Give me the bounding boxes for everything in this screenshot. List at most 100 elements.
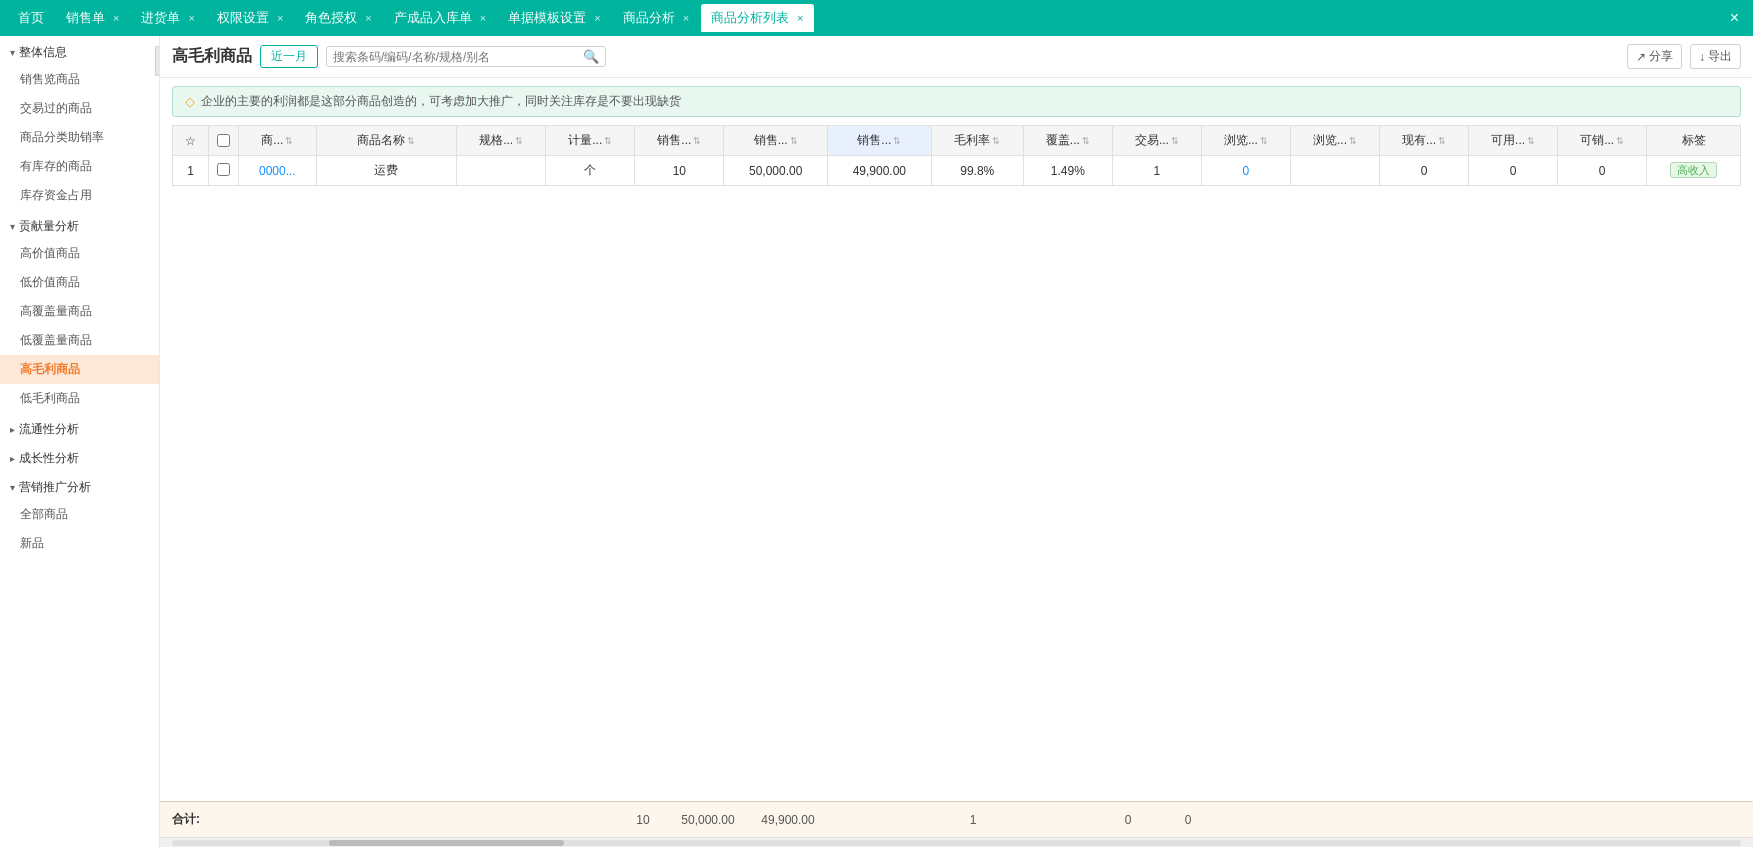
sort-sales2-icon[interactable]: ⇅ xyxy=(790,136,798,146)
nav-product-inbound[interactable]: 产成品入库单 × xyxy=(384,4,496,32)
sort-available-icon[interactable]: ⇅ xyxy=(1527,136,1535,146)
scrollbar-thumb[interactable] xyxy=(329,840,564,846)
nav-sales-order[interactable]: 销售单 × xyxy=(56,4,129,32)
col-code[interactable]: 商... ⇅ xyxy=(239,126,317,156)
sort-browse2-icon[interactable]: ⇅ xyxy=(1349,136,1357,146)
cell-browse2 xyxy=(1290,156,1379,186)
nav-permission-settings[interactable]: 权限设置 × xyxy=(207,4,293,32)
sort-sales3-icon[interactable]: ⇅ xyxy=(893,136,901,146)
col-index: ☆ xyxy=(173,126,209,156)
col-current[interactable]: 现有... ⇅ xyxy=(1380,126,1469,156)
cell-gross-rate: 99.8% xyxy=(931,156,1023,186)
sort-unit-icon[interactable]: ⇅ xyxy=(604,136,612,146)
nav-close-product-inbound[interactable]: × xyxy=(480,12,486,24)
sidebar-item-in-stock-products[interactable]: 有库存的商品 xyxy=(0,152,159,181)
col-browse2[interactable]: 浏览... ⇅ xyxy=(1290,126,1379,156)
arrow-growth-icon: ▸ xyxy=(10,453,15,464)
sort-code-icon[interactable]: ⇅ xyxy=(285,136,293,146)
col-name[interactable]: 商品名称 ⇅ xyxy=(316,126,457,156)
export-icon: ↓ xyxy=(1699,50,1705,64)
sidebar-item-high-margin[interactable]: 高毛利商品 xyxy=(0,355,159,384)
select-all-checkbox[interactable] xyxy=(217,134,230,147)
export-button[interactable]: ↓ 导出 xyxy=(1690,44,1741,69)
footer-label: 合计: xyxy=(172,811,292,828)
sort-saleable-icon[interactable]: ⇅ xyxy=(1616,136,1624,146)
sidebar-item-new-products[interactable]: 新品 xyxy=(0,529,159,558)
col-checkbox[interactable] xyxy=(209,126,239,156)
cell-index: 1 xyxy=(173,156,209,186)
info-text: 企业的主要的利润都是这部分商品创造的，可考虑加大推广，同时关注库存是不要出现缺货 xyxy=(201,93,681,110)
table-header-row: ☆ 商... ⇅ 商品名称 xyxy=(173,126,1741,156)
content-header: 高毛利商品 近一月 🔍 ↗ 分享 ↓ 导出 xyxy=(160,36,1753,78)
time-filter-button[interactable]: 近一月 xyxy=(260,45,318,68)
col-transaction[interactable]: 交易... ⇅ xyxy=(1112,126,1201,156)
footer-sales1: 10 xyxy=(618,813,668,827)
sidebar-item-inventory-capital[interactable]: 库存资金占用 xyxy=(0,181,159,210)
nav-product-analysis[interactable]: 商品分析 × xyxy=(613,4,699,32)
col-sales2[interactable]: 销售... ⇅ xyxy=(724,126,828,156)
nav-close-product-analysis-list[interactable]: × xyxy=(797,12,803,24)
sort-gross-rate-icon[interactable]: ⇅ xyxy=(992,136,1000,146)
cell-name: 运费 xyxy=(316,156,457,186)
nav-purchase-order[interactable]: 进货单 × xyxy=(131,4,204,32)
search-input[interactable] xyxy=(333,50,579,64)
col-browse1[interactable]: 浏览... ⇅ xyxy=(1201,126,1290,156)
col-sales1[interactable]: 销售... ⇅ xyxy=(635,126,724,156)
col-gross-rate[interactable]: 毛利率 ⇅ xyxy=(931,126,1023,156)
sidebar-item-low-value[interactable]: 低价值商品 xyxy=(0,268,159,297)
nav-role-auth[interactable]: 角色授权 × xyxy=(295,4,381,32)
nav-home[interactable]: 首页 xyxy=(8,4,54,32)
nav-close-sales-order[interactable]: × xyxy=(113,12,119,24)
col-unit[interactable]: 计量... ⇅ xyxy=(546,126,635,156)
footer-sales2: 50,000.00 xyxy=(668,813,748,827)
row-checkbox[interactable] xyxy=(217,163,230,176)
sidebar-item-sales-overview[interactable]: 销售览商品 xyxy=(0,65,159,94)
sidebar-group-growth[interactable]: ▸ 成长性分析 xyxy=(0,442,159,471)
cell-browse1[interactable]: 0 xyxy=(1201,156,1290,186)
sort-browse1-icon[interactable]: ⇅ xyxy=(1260,136,1268,146)
col-saleable[interactable]: 可销... ⇅ xyxy=(1558,126,1647,156)
sidebar-item-category-sales-rate[interactable]: 商品分类助销率 xyxy=(0,123,159,152)
cell-sales1: 10 xyxy=(635,156,724,186)
sidebar-toggle-button[interactable]: « xyxy=(155,46,160,76)
sidebar-item-traded-products[interactable]: 交易过的商品 xyxy=(0,94,159,123)
sort-name-icon[interactable]: ⇅ xyxy=(407,136,415,146)
col-available[interactable]: 可用... ⇅ xyxy=(1469,126,1558,156)
cell-code[interactable]: 0000... xyxy=(239,156,317,186)
search-icon[interactable]: 🔍 xyxy=(583,49,599,64)
nav-template-settings[interactable]: 单据模板设置 × xyxy=(498,4,610,32)
col-sales3[interactable]: 销售... ⇅ xyxy=(828,126,932,156)
sidebar-group-marketing[interactable]: ▾ 营销推广分析 xyxy=(0,471,159,500)
nav-product-analysis-list[interactable]: 商品分析列表 × xyxy=(701,4,813,32)
cell-sales3: 49,900.00 xyxy=(828,156,932,186)
sidebar-group-overall[interactable]: ▾ 整体信息 xyxy=(0,36,159,65)
search-box: 🔍 xyxy=(326,46,606,67)
cell-spec xyxy=(457,156,546,186)
sidebar-group-liquidity[interactable]: ▸ 流通性分析 xyxy=(0,413,159,442)
cell-tag: 高收入 xyxy=(1647,156,1741,186)
page-title: 高毛利商品 xyxy=(172,46,252,67)
nav-close-role-auth[interactable]: × xyxy=(365,12,371,24)
sidebar-item-high-value[interactable]: 高价值商品 xyxy=(0,239,159,268)
sidebar-item-low-coverage[interactable]: 低覆盖量商品 xyxy=(0,326,159,355)
sort-spec-icon[interactable]: ⇅ xyxy=(515,136,523,146)
nav-close-product-analysis[interactable]: × xyxy=(683,12,689,24)
sort-sales1-icon[interactable]: ⇅ xyxy=(693,136,701,146)
close-window-button[interactable]: × xyxy=(1724,9,1745,27)
col-spec[interactable]: 规格... ⇅ xyxy=(457,126,546,156)
col-coverage[interactable]: 覆盖... ⇅ xyxy=(1023,126,1112,156)
nav-close-purchase-order[interactable]: × xyxy=(188,12,194,24)
sort-transaction-icon[interactable]: ⇅ xyxy=(1171,136,1179,146)
share-button[interactable]: ↗ 分享 xyxy=(1627,44,1682,69)
top-nav: 首页 销售单 × 进货单 × 权限设置 × 角色授权 × 产成品入库单 × 单据… xyxy=(0,0,1753,36)
cell-checkbox[interactable] xyxy=(209,156,239,186)
sidebar-group-contribution[interactable]: ▾ 贡献量分析 xyxy=(0,210,159,239)
nav-close-template-settings[interactable]: × xyxy=(594,12,600,24)
horizontal-scrollbar[interactable] xyxy=(160,837,1753,847)
sort-coverage-icon[interactable]: ⇅ xyxy=(1082,136,1090,146)
sort-current-icon[interactable]: ⇅ xyxy=(1438,136,1446,146)
sidebar-item-all-products[interactable]: 全部商品 xyxy=(0,500,159,529)
sidebar-item-low-margin[interactable]: 低毛利商品 xyxy=(0,384,159,413)
nav-close-permission-settings[interactable]: × xyxy=(277,12,283,24)
sidebar-item-high-coverage[interactable]: 高覆盖量商品 xyxy=(0,297,159,326)
